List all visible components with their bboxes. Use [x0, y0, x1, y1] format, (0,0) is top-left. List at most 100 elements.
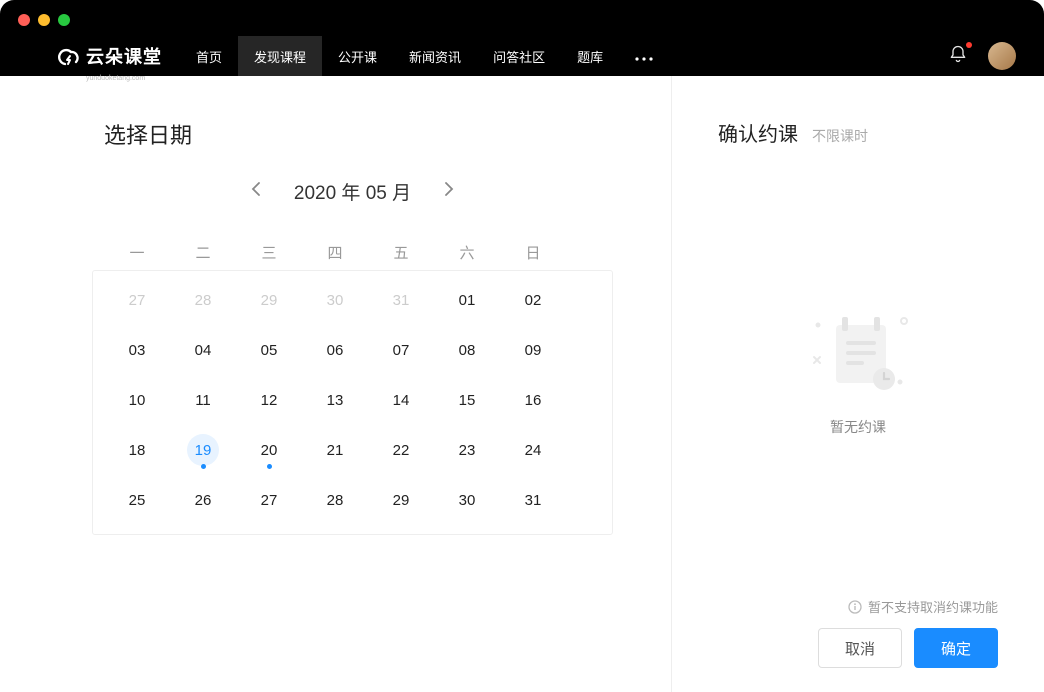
nav-item[interactable]: 新闻资讯 — [393, 36, 477, 76]
day-number: 26 — [195, 492, 212, 509]
day-number: 06 — [327, 342, 344, 359]
weekday-label: 四 — [302, 229, 368, 275]
day-number: 28 — [195, 292, 212, 309]
day-number: 31 — [393, 292, 410, 309]
nav-item[interactable]: 问答社区 — [477, 36, 561, 76]
calendar-day: 28 — [170, 275, 236, 325]
calendar-day[interactable]: 03 — [104, 325, 170, 375]
weekday-label: 日 — [500, 229, 566, 275]
calendar-day[interactable]: 28 — [302, 475, 368, 525]
calendar-body: 27 28 29 30 31 0102 03 04 05 06 0708 09 101112 13 14 15… — [104, 275, 601, 525]
chevron-right-icon — [443, 182, 455, 196]
calendar-day[interactable]: 16 — [500, 375, 566, 425]
calendar-day[interactable]: 05 — [236, 325, 302, 375]
calendar-day[interactable]: 13 — [302, 375, 368, 425]
close-window-icon[interactable] — [18, 14, 30, 26]
logo-subtitle: yunduoketang.com — [86, 75, 145, 82]
calendar-day[interactable]: 01 — [434, 275, 500, 325]
weekday-label: 六 — [434, 229, 500, 275]
calendar-day[interactable]: 07 — [368, 325, 434, 375]
info-icon — [848, 600, 862, 614]
calendar-day[interactable]: 11 — [170, 375, 236, 425]
day-number: 30 — [327, 292, 344, 309]
confirm-title: 确认约课 — [718, 118, 798, 147]
more-icon — [635, 49, 653, 64]
logo-text: 云朵课堂 — [86, 43, 162, 69]
calendar-day[interactable]: 31 — [500, 475, 566, 525]
day-number: 03 — [129, 342, 146, 359]
day-number: 31 — [525, 492, 542, 509]
calendar-week-row: 27 28 29 30 31 0102 — [104, 275, 601, 325]
day-number: 05 — [261, 342, 278, 359]
minimize-window-icon[interactable] — [38, 14, 50, 26]
calendar-day[interactable]: 12 — [236, 375, 302, 425]
calendar-day[interactable]: 30 — [434, 475, 500, 525]
calendar-day[interactable]: 26 — [170, 475, 236, 525]
day-number: 27 — [261, 492, 278, 509]
cloud-icon — [56, 42, 84, 70]
main-nav: 首页发现课程公开课新闻资讯问答社区题库 — [180, 36, 619, 76]
day-number: 28 — [327, 492, 344, 509]
day-number: 13 — [327, 392, 344, 409]
calendar-day[interactable]: 24 — [500, 425, 566, 475]
confirm-subtitle: 不限课时 — [812, 126, 868, 146]
calendar-day[interactable]: 10 — [104, 375, 170, 425]
action-buttons: 取消 确定 — [718, 628, 998, 668]
calendar-day: 27 — [104, 275, 170, 325]
day-number: 09 — [525, 342, 542, 359]
calendar-day[interactable]: 08 — [434, 325, 500, 375]
calendar-day[interactable]: 22 — [368, 425, 434, 475]
calendar-day[interactable]: 18 — [104, 425, 170, 475]
event-dot-icon — [201, 464, 206, 469]
next-month-button[interactable] — [439, 178, 459, 205]
empty-text: 暂无约课 — [830, 417, 886, 437]
app-window: 云朵课堂 yunduoketang.com 首页发现课程公开课新闻资讯问答社区题… — [0, 0, 1044, 692]
calendar-header: 2020 年 05 月 — [104, 178, 601, 205]
notification-bell[interactable] — [948, 44, 968, 69]
calendar-day[interactable]: 15 — [434, 375, 500, 425]
calendar-day[interactable]: 27 — [236, 475, 302, 525]
page-title: 选择日期 — [104, 118, 601, 150]
nav-item[interactable]: 题库 — [561, 36, 619, 76]
calendar-day[interactable]: 23 — [434, 425, 500, 475]
bell-icon — [948, 44, 968, 64]
day-number: 18 — [129, 442, 146, 459]
nav-item[interactable]: 公开课 — [322, 36, 393, 76]
confirm-button[interactable]: 确定 — [914, 628, 998, 668]
calendar-day[interactable]: 02 — [500, 275, 566, 325]
avatar[interactable] — [988, 42, 1016, 70]
logo[interactable]: 云朵课堂 yunduoketang.com — [56, 36, 162, 76]
day-number: 04 — [195, 342, 212, 359]
prev-month-button[interactable] — [246, 178, 266, 205]
notification-dot-icon — [966, 42, 972, 48]
day-number: 29 — [393, 492, 410, 509]
window-controls — [18, 14, 70, 26]
cancel-button[interactable]: 取消 — [818, 628, 902, 668]
calendar-day: 30 — [302, 275, 368, 325]
calendar-day[interactable]: 06 — [302, 325, 368, 375]
date-select-panel: 选择日期 2020 年 05 月 一二三四五六日 272829303101020… — [0, 76, 672, 692]
nav-more[interactable] — [619, 36, 651, 76]
calendar-day[interactable]: 25 — [104, 475, 170, 525]
day-number: 29 — [261, 292, 278, 309]
day-number: 30 — [459, 492, 476, 509]
calendar-day[interactable]: 21 — [302, 425, 368, 475]
calendar-day[interactable]: 14 — [368, 375, 434, 425]
calendar-day[interactable]: 04 — [170, 325, 236, 375]
calendar-month-title: 2020 年 05 月 — [294, 178, 411, 205]
confirm-panel: 确认约课 不限课时 — [672, 76, 1044, 692]
maximize-window-icon[interactable] — [58, 14, 70, 26]
nav-item[interactable]: 首页 — [180, 36, 238, 76]
chevron-left-icon — [250, 182, 262, 196]
calendar-day[interactable]: 20 — [236, 425, 302, 475]
empty-illustration-icon — [798, 307, 918, 403]
notice-text: 暂不支持取消约课功能 — [868, 597, 998, 616]
nav-item[interactable]: 发现课程 — [238, 36, 322, 76]
day-number: 23 — [459, 442, 476, 459]
day-number: 14 — [393, 392, 410, 409]
calendar-week-row: 25 26 27 28 29 30 31 — [104, 475, 601, 525]
day-number: 25 — [129, 492, 146, 509]
calendar-day[interactable]: 29 — [368, 475, 434, 525]
calendar-day[interactable]: 09 — [500, 325, 566, 375]
calendar-day[interactable]: 19 — [170, 425, 236, 475]
